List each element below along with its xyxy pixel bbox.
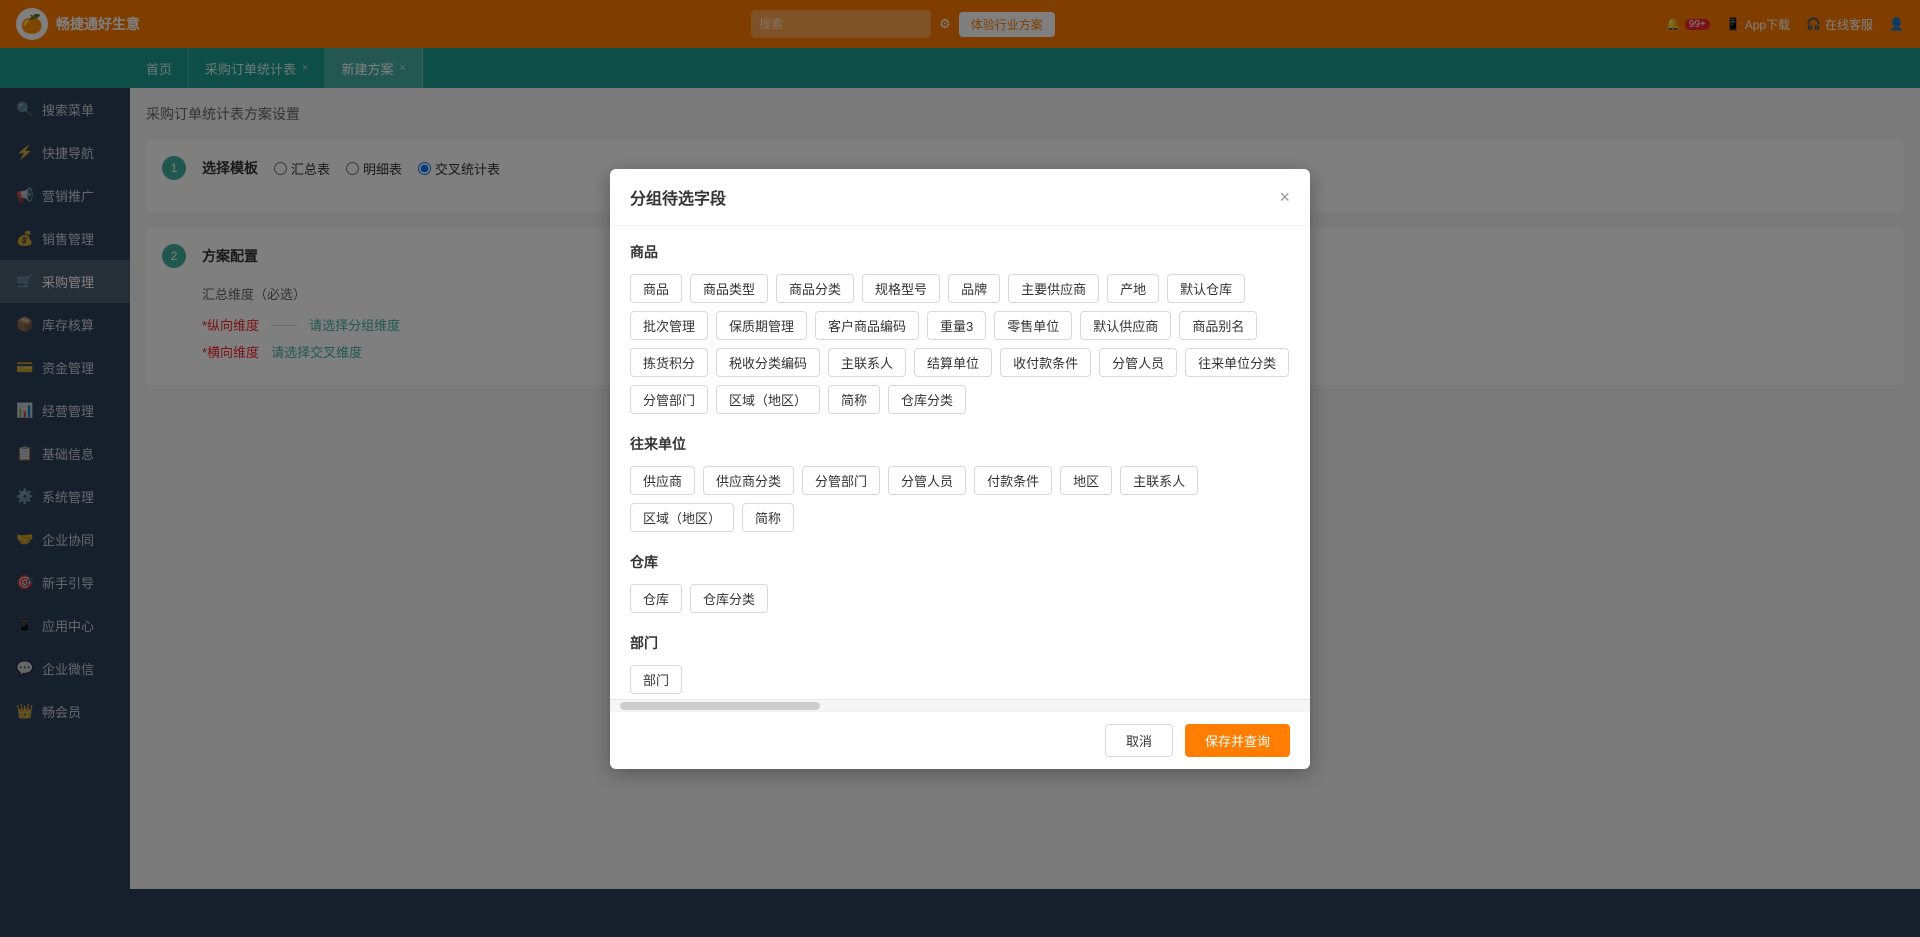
field-group-department: 部门 部门 xyxy=(630,633,1290,694)
field-tag-spec-model[interactable]: 规格型号 xyxy=(862,274,940,303)
field-tag-warehouse-cat[interactable]: 仓库分类 xyxy=(690,584,768,613)
cancel-button[interactable]: 取消 xyxy=(1105,724,1173,757)
field-tag-customer-code[interactable]: 客户商品编码 xyxy=(815,311,919,340)
dialog-close-button[interactable]: × xyxy=(1279,188,1290,206)
field-tag-product-alias[interactable]: 商品别名 xyxy=(1179,311,1257,340)
field-tag-product[interactable]: 商品 xyxy=(630,274,682,303)
field-tag-short-name[interactable]: 简称 xyxy=(828,385,880,414)
dialog-title: 分组待选字段 xyxy=(630,185,726,209)
field-tag-payment-terms[interactable]: 收付款条件 xyxy=(1000,348,1091,377)
field-tag-supplier[interactable]: 供应商 xyxy=(630,466,695,495)
field-tags-product: 商品 商品类型 商品分类 规格型号 品牌 主要供应商 产地 默认仓库 批次管理 … xyxy=(630,274,1290,414)
field-group-department-title: 部门 xyxy=(630,633,1290,653)
dialog-horizontal-scrollbar[interactable] xyxy=(610,699,1310,711)
field-tag-weight3[interactable]: 重量3 xyxy=(927,311,986,340)
field-tag-main-contact[interactable]: 主联系人 xyxy=(828,348,906,377)
modal-overlay: 分组待选字段 × 商品 商品 商品类型 商品分类 规格型号 品牌 主要供应商 产… xyxy=(0,0,1920,937)
dialog-footer: 取消 保存并查询 xyxy=(610,711,1310,769)
field-tag-payment-condition[interactable]: 付款条件 xyxy=(974,466,1052,495)
field-tag-brand[interactable]: 品牌 xyxy=(948,274,1000,303)
dialog-header: 分组待选字段 × xyxy=(610,169,1310,226)
field-tag-product-type[interactable]: 商品类型 xyxy=(690,274,768,303)
field-tag-batch-mgmt[interactable]: 批次管理 xyxy=(630,311,708,340)
field-tag-default-supplier[interactable]: 默认供应商 xyxy=(1080,311,1171,340)
field-tag-default-warehouse[interactable]: 默认仓库 xyxy=(1167,274,1245,303)
field-tag-shelf-life[interactable]: 保质期管理 xyxy=(716,311,807,340)
field-tag-dept-managed[interactable]: 分管部门 xyxy=(630,385,708,414)
field-group-product: 商品 商品 商品类型 商品分类 规格型号 品牌 主要供应商 产地 默认仓库 批次… xyxy=(630,242,1290,414)
field-tag-short-name-cp[interactable]: 简称 xyxy=(742,503,794,532)
field-tag-origin[interactable]: 产地 xyxy=(1107,274,1159,303)
field-tags-warehouse: 仓库 仓库分类 xyxy=(630,584,1290,613)
field-tag-department[interactable]: 部门 xyxy=(630,665,682,694)
confirm-button[interactable]: 保存并查询 xyxy=(1185,724,1290,757)
field-tag-area[interactable]: 地区 xyxy=(1060,466,1112,495)
field-tag-settlement-unit[interactable]: 结算单位 xyxy=(914,348,992,377)
dialog-hscroll-thumb xyxy=(620,702,820,710)
field-tag-region-cp[interactable]: 区域（地区） xyxy=(630,503,734,532)
field-tag-warehouse[interactable]: 仓库 xyxy=(630,584,682,613)
field-tag-main-contact-cp[interactable]: 主联系人 xyxy=(1120,466,1198,495)
field-tag-warehouse-category[interactable]: 仓库分类 xyxy=(888,385,966,414)
dialog-body: 商品 商品 商品类型 商品分类 规格型号 品牌 主要供应商 产地 默认仓库 批次… xyxy=(610,226,1310,699)
field-group-warehouse-title: 仓库 xyxy=(630,552,1290,572)
field-group-counterpart: 往来单位 供应商 供应商分类 分管部门 分管人员 付款条件 地区 主联系人 区域… xyxy=(630,434,1290,532)
field-tag-dept-managed-cp[interactable]: 分管部门 xyxy=(802,466,880,495)
field-group-product-title: 商品 xyxy=(630,242,1290,262)
field-tag-supplier-category[interactable]: 供应商分类 xyxy=(703,466,794,495)
field-tag-region[interactable]: 区域（地区） xyxy=(716,385,820,414)
field-tag-pick-points[interactable]: 拣货积分 xyxy=(630,348,708,377)
field-tag-counterpart-category[interactable]: 往来单位分类 xyxy=(1185,348,1289,377)
field-tag-supervisor[interactable]: 分管人员 xyxy=(1099,348,1177,377)
field-group-warehouse: 仓库 仓库 仓库分类 xyxy=(630,552,1290,613)
field-tag-retail-unit[interactable]: 零售单位 xyxy=(994,311,1072,340)
field-tag-tax-code[interactable]: 税收分类编码 xyxy=(716,348,820,377)
field-tag-product-category[interactable]: 商品分类 xyxy=(776,274,854,303)
field-tag-supervisor-cp[interactable]: 分管人员 xyxy=(888,466,966,495)
field-tags-counterpart: 供应商 供应商分类 分管部门 分管人员 付款条件 地区 主联系人 区域（地区） … xyxy=(630,466,1290,532)
field-group-counterpart-title: 往来单位 xyxy=(630,434,1290,454)
field-tags-department: 部门 xyxy=(630,665,1290,694)
field-selection-dialog: 分组待选字段 × 商品 商品 商品类型 商品分类 规格型号 品牌 主要供应商 产… xyxy=(610,169,1310,769)
field-tag-main-supplier[interactable]: 主要供应商 xyxy=(1008,274,1099,303)
